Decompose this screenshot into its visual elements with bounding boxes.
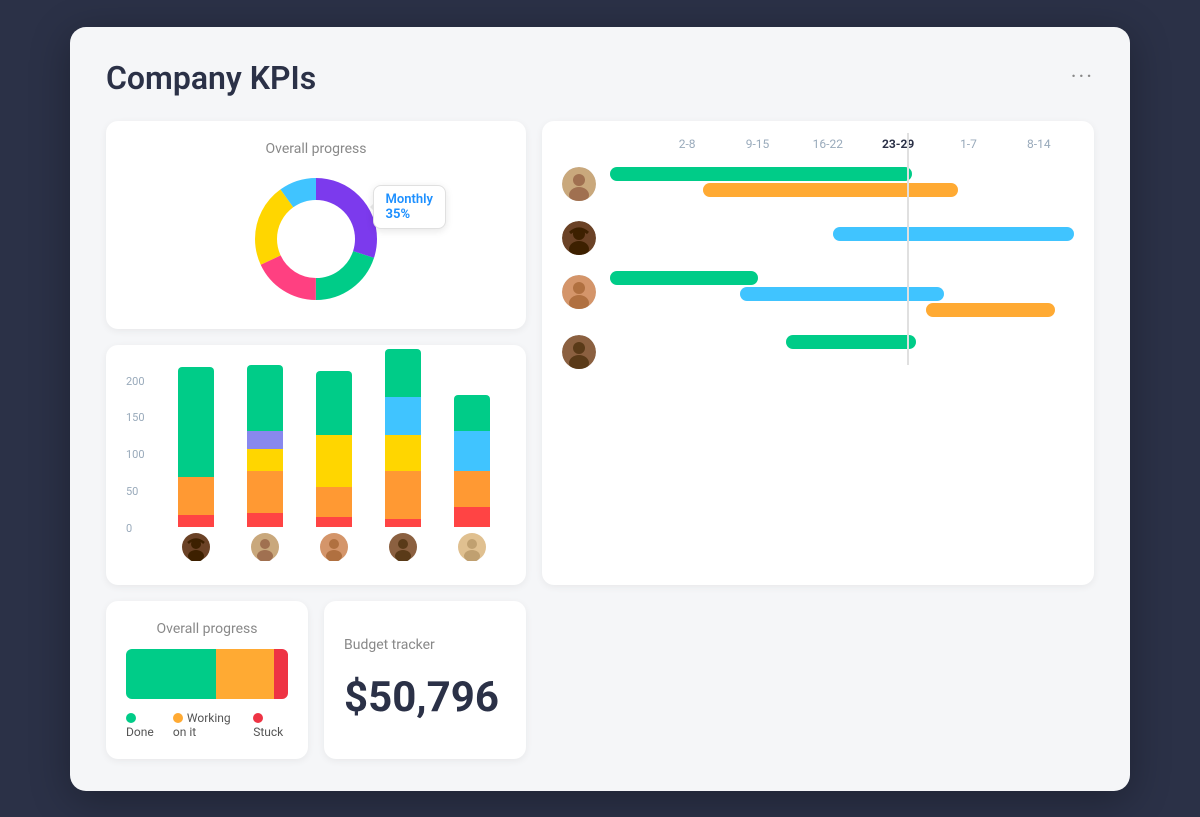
legend-stuck: Stuck — [253, 711, 288, 739]
bar-group-1 — [162, 367, 231, 565]
bar-segment — [385, 349, 421, 397]
bar-avatar — [320, 533, 348, 565]
gantt-bar — [926, 303, 1056, 317]
gantt-col-1: 2-8 — [652, 137, 722, 151]
bar-segment — [247, 365, 283, 431]
bar-segment — [178, 515, 214, 527]
more-options-button[interactable]: ··· — [1071, 65, 1094, 90]
donut-tooltip: Monthly 35% — [373, 185, 446, 229]
bar-group-4 — [368, 349, 437, 565]
bar-segment — [316, 487, 352, 517]
bar-segment — [247, 471, 283, 513]
progress-bar-title: Overall progress — [126, 621, 288, 637]
header: Company KPIs ··· — [106, 59, 1094, 97]
bar-segment — [178, 367, 214, 477]
gantt-bar — [740, 287, 944, 301]
dashboard: Company KPIs ··· Overall progress — [70, 27, 1130, 791]
gantt-card: 2-8 9-15 16-22 23-29 1-7 8-14 — [542, 121, 1094, 585]
bar-chart-area: 200 150 100 50 0 — [126, 365, 506, 565]
main-grid: Overall progress — [106, 121, 1094, 759]
legend-done: Done — [126, 711, 159, 739]
stacked-bar — [316, 371, 352, 527]
bar-chart-card: 200 150 100 50 0 — [106, 345, 526, 585]
bar-group-2 — [231, 365, 300, 565]
gantt-bar — [610, 167, 912, 181]
avatar-3 — [562, 275, 596, 309]
bar-avatar — [182, 533, 210, 565]
bar-segment — [316, 517, 352, 527]
working-dot — [173, 713, 183, 723]
stacked-bar — [247, 365, 283, 527]
stuck-dot — [253, 713, 263, 723]
tooltip-label: Monthly — [386, 192, 433, 207]
bar-segment — [316, 371, 352, 435]
bar-avatar — [251, 533, 279, 565]
gantt-col-3: 16-22 — [793, 137, 863, 151]
avatar-1 — [562, 167, 596, 201]
bar-segment — [385, 435, 421, 471]
donut-chart: Monthly 35% — [246, 169, 386, 309]
legend: Done Working on it Stuck — [126, 711, 288, 739]
progress-stuck — [274, 649, 288, 699]
bar-segment — [178, 477, 214, 515]
gantt-bar — [703, 183, 958, 197]
gantt-row-4 — [610, 331, 1074, 355]
avatar-2 — [562, 221, 596, 255]
bar-group-5 — [437, 395, 506, 565]
bar-segment — [454, 431, 490, 471]
budget-title: Budget tracker — [344, 637, 435, 653]
y-label: 0 — [126, 522, 145, 535]
done-dot — [126, 713, 136, 723]
bottom-row: Overall progress Done Working on it Stuc… — [106, 601, 526, 759]
y-label: 50 — [126, 485, 145, 498]
progress-bar-card: Overall progress Done Working on it Stuc… — [106, 601, 308, 759]
bar-segment — [247, 431, 283, 449]
y-axis: 200 150 100 50 0 — [126, 375, 145, 535]
y-label: 150 — [126, 411, 145, 424]
stacked-bar — [454, 395, 490, 527]
gantt-row-2 — [610, 217, 1074, 253]
bar-avatar — [389, 533, 417, 565]
bar-avatar — [458, 533, 486, 565]
gantt-header: 2-8 9-15 16-22 23-29 1-7 8-14 — [562, 137, 1074, 151]
legend-working: Working on it — [173, 711, 239, 739]
avatar-4 — [562, 335, 596, 369]
budget-card: Budget tracker $50,796 — [324, 601, 526, 759]
bar-segment — [385, 519, 421, 527]
gantt-col-4: 23-29 — [863, 137, 933, 151]
gantt-col-5: 1-7 — [933, 137, 1003, 151]
gantt-col-2: 9-15 — [722, 137, 792, 151]
bar-segment — [454, 395, 490, 431]
bar-group-3 — [300, 371, 369, 565]
stacked-bar — [178, 367, 214, 527]
gantt-bar — [833, 227, 1074, 241]
bar-segment — [247, 449, 283, 471]
progress-working — [216, 649, 274, 699]
bar-segment — [454, 471, 490, 507]
donut-title: Overall progress — [266, 141, 367, 157]
gantt-col-6: 8-14 — [1004, 137, 1074, 151]
gantt-row-1 — [610, 163, 1074, 199]
bar-segment — [385, 471, 421, 519]
gantt-bar — [786, 335, 916, 349]
progress-done — [126, 649, 216, 699]
y-label: 200 — [126, 375, 145, 388]
tooltip-value: 35% — [386, 207, 433, 222]
horizontal-progress-bar — [126, 649, 288, 699]
y-label: 100 — [126, 448, 145, 461]
gantt-row-3 — [610, 271, 1074, 313]
stacked-bar — [385, 349, 421, 527]
bar-segment — [316, 435, 352, 487]
bar-segment — [454, 507, 490, 527]
bar-segment — [247, 513, 283, 527]
donut-card: Overall progress — [106, 121, 526, 329]
gantt-bar — [610, 271, 758, 285]
budget-amount: $50,796 — [344, 673, 499, 722]
page-title: Company KPIs — [106, 59, 316, 97]
bar-segment — [385, 397, 421, 435]
